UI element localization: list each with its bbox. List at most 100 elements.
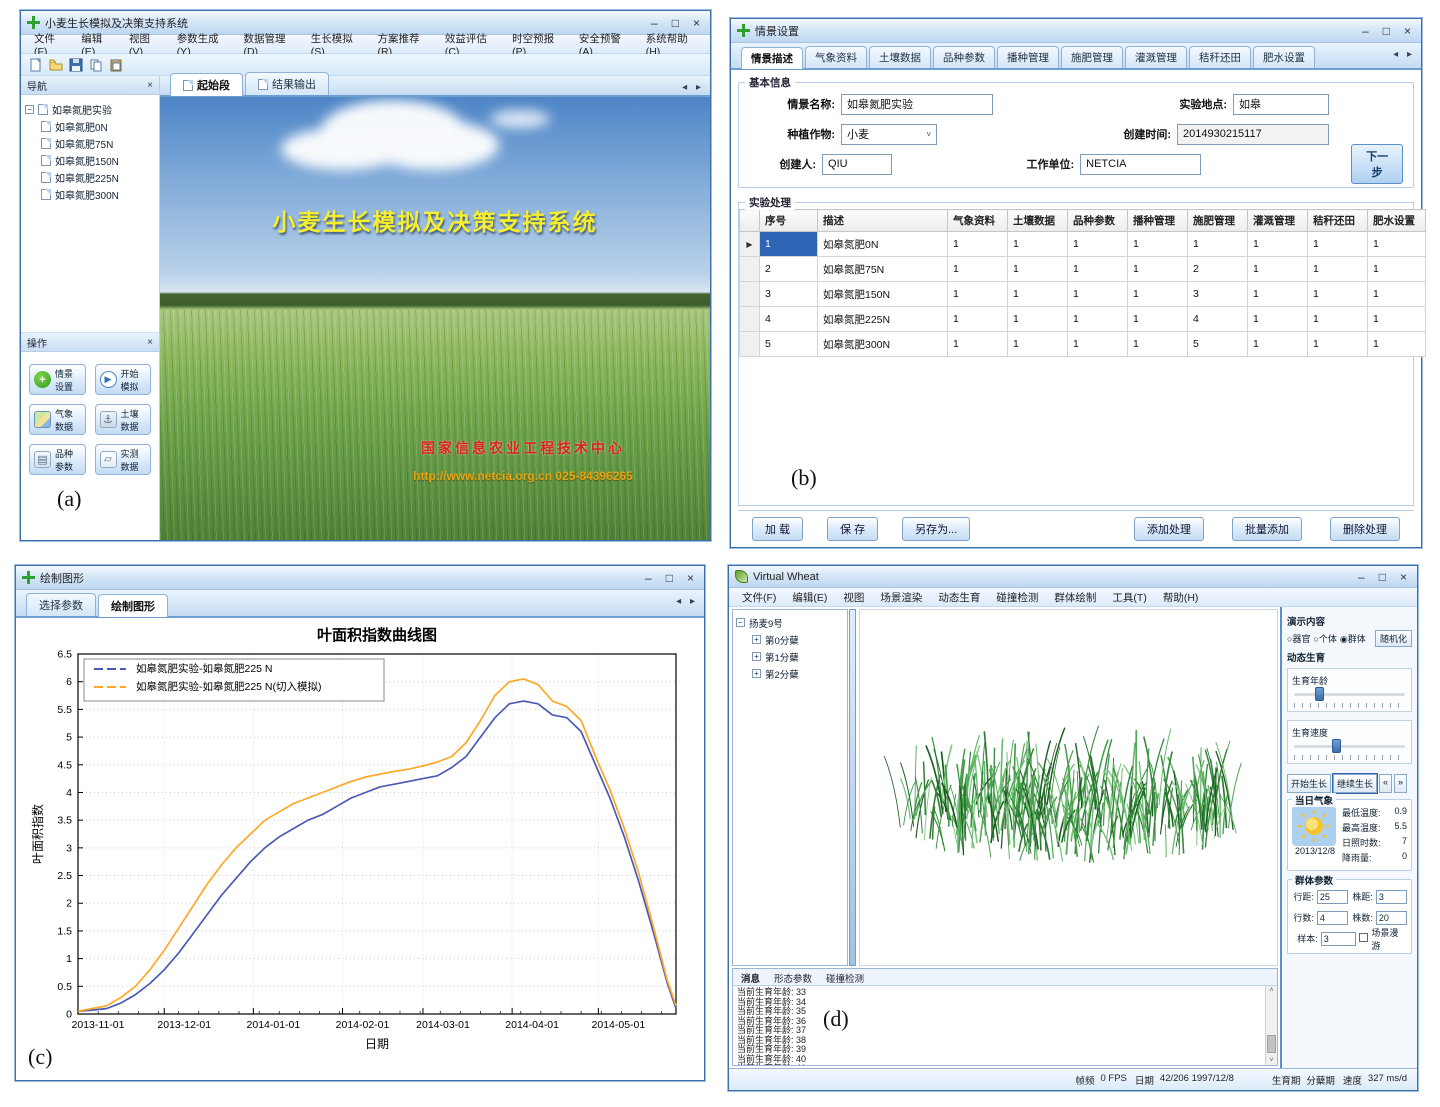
cell[interactable]: 2 xyxy=(760,257,818,282)
cell[interactable]: 4 xyxy=(1188,307,1248,332)
minimize-icon[interactable]: – xyxy=(651,16,658,30)
population-input-2[interactable]: 4 xyxy=(1317,911,1348,925)
cell[interactable]: 1 xyxy=(1008,232,1068,257)
ops-button-5[interactable]: ▱实测数据 xyxy=(95,444,152,475)
minimize-icon[interactable]: – xyxy=(1358,570,1365,584)
scroll-thumb[interactable] xyxy=(1267,1035,1276,1053)
crop-select[interactable]: 小麦˅ xyxy=(841,124,937,145)
population-input-1[interactable]: 3 xyxy=(1376,890,1407,904)
settings-tab-0[interactable]: 情景描述 xyxy=(741,47,803,69)
cell[interactable]: 1 xyxy=(760,232,818,257)
load-save-button-2[interactable]: 另存为... xyxy=(902,517,970,541)
settings-tab-3[interactable]: 品种参数 xyxy=(933,46,995,68)
wheat-3d-viewport[interactable] xyxy=(859,609,1278,966)
cell[interactable]: 1 xyxy=(1248,232,1308,257)
scroll-down-icon[interactable]: ˅ xyxy=(1266,1056,1277,1066)
menu-item[interactable]: 帮助(H) xyxy=(1156,589,1206,606)
settings-tab-4[interactable]: 播种管理 xyxy=(997,46,1059,68)
splitter[interactable] xyxy=(849,609,856,966)
treatments-table[interactable]: 序号描述气象资料土壤数据品种参数播种管理施肥管理灌溉管理秸秆还田肥水设置▶1如皋… xyxy=(739,209,1426,357)
table-row[interactable]: 4如皋氮肥225N11114111 xyxy=(740,307,1426,332)
minimize-icon[interactable]: – xyxy=(645,571,652,585)
column-header[interactable]: 秸秆还田 xyxy=(1308,210,1368,232)
treatment-button-1[interactable]: 批量添加 xyxy=(1232,517,1302,541)
paste-icon[interactable] xyxy=(109,58,123,72)
scrollbar[interactable]: ˄ ˅ xyxy=(1265,986,1277,1065)
tab-scroll-arrows-icon[interactable]: ◂ ▸ xyxy=(682,82,704,93)
cell[interactable]: 1 xyxy=(1308,232,1368,257)
scroll-up-icon[interactable]: ˄ xyxy=(1266,986,1277,996)
cell[interactable]: 如皋氮肥75N xyxy=(818,257,948,282)
cell[interactable]: 1 xyxy=(1308,332,1368,357)
cell[interactable]: 1 xyxy=(1068,307,1128,332)
message-tab-2[interactable]: 碰撞检测 xyxy=(826,971,864,985)
ops-button-0[interactable]: +情景设置 xyxy=(29,364,86,395)
cell[interactable]: 3 xyxy=(760,282,818,307)
cell[interactable]: 1 xyxy=(1008,282,1068,307)
cell[interactable]: 1 xyxy=(1008,332,1068,357)
cell[interactable]: 如皋氮肥300N xyxy=(818,332,948,357)
field-input-3[interactable]: 2014930215117 xyxy=(1177,124,1329,145)
settings-tab-7[interactable]: 秸秆还田 xyxy=(1189,46,1251,68)
maximize-icon[interactable]: □ xyxy=(666,571,673,585)
cell[interactable]: 1 xyxy=(948,282,1008,307)
doc-tab-1[interactable]: 结果输出 xyxy=(245,72,329,95)
randomize-button[interactable]: 随机化 xyxy=(1375,630,1412,647)
cell[interactable]: 1 xyxy=(1128,232,1188,257)
tree-item-root[interactable]: −如皋氮肥实验 xyxy=(25,101,155,118)
cell[interactable]: 1 xyxy=(1128,332,1188,357)
cell[interactable]: 1 xyxy=(1368,282,1426,307)
cell[interactable]: 1 xyxy=(948,332,1008,357)
menu-item[interactable]: 碰撞检测 xyxy=(989,589,1045,606)
next-step-button[interactable]: 下一步 xyxy=(1351,144,1403,184)
cell[interactable]: 1 xyxy=(1368,232,1426,257)
tree-item[interactable]: +第0分蘖 xyxy=(736,631,844,648)
table-row[interactable]: 5如皋氮肥300N11115111 xyxy=(740,332,1426,357)
expander-icon[interactable]: + xyxy=(752,669,761,678)
cell[interactable]: 1 xyxy=(1068,232,1128,257)
minimize-icon[interactable]: – xyxy=(1362,24,1369,38)
cell[interactable]: 1 xyxy=(948,232,1008,257)
population-input-4[interactable]: 3 xyxy=(1321,932,1357,946)
cell[interactable]: 1 xyxy=(1068,332,1128,357)
cell[interactable]: 1 xyxy=(1008,307,1068,332)
maximize-icon[interactable]: □ xyxy=(1383,24,1390,38)
tree-item[interactable]: 如皋氮肥300N xyxy=(25,186,155,203)
cell[interactable]: 1 xyxy=(1368,307,1426,332)
tree-item[interactable]: +第2分蘖 xyxy=(736,665,844,682)
cell[interactable]: 如皋氮肥0N xyxy=(818,232,948,257)
open-folder-icon[interactable] xyxy=(49,58,63,72)
cell[interactable]: 1 xyxy=(1308,282,1368,307)
message-tab-0[interactable]: 消息 xyxy=(741,971,760,985)
cell[interactable]: 1 xyxy=(1248,257,1308,282)
cell[interactable]: 1 xyxy=(1188,232,1248,257)
column-header[interactable]: 土壤数据 xyxy=(1008,210,1068,232)
close-icon[interactable]: × xyxy=(687,571,694,585)
menu-item[interactable]: 群体绘制 xyxy=(1047,589,1103,606)
save-icon[interactable] xyxy=(69,58,83,72)
cell[interactable]: 1 xyxy=(948,257,1008,282)
column-header[interactable]: 品种参数 xyxy=(1068,210,1128,232)
settings-tab-2[interactable]: 土壤数据 xyxy=(869,46,931,68)
expander-icon[interactable]: + xyxy=(752,652,761,661)
growth-button-3[interactable]: » xyxy=(1394,774,1407,793)
maximize-icon[interactable]: □ xyxy=(1379,570,1386,584)
ops-button-4[interactable]: ▤品种参数 xyxy=(29,444,86,475)
radio-0[interactable]: ○器官 xyxy=(1287,632,1310,645)
doc-tab-0[interactable]: 起始段 xyxy=(170,73,243,96)
cell[interactable]: 3 xyxy=(1188,282,1248,307)
menu-item[interactable]: 编辑(E) xyxy=(785,589,834,606)
cell[interactable]: 1 xyxy=(1308,307,1368,332)
scene-roam-checkbox[interactable] xyxy=(1359,933,1368,944)
menu-item[interactable]: 文件(F) xyxy=(735,589,783,606)
message-tab-1[interactable]: 形态参数 xyxy=(774,971,812,985)
menu-item[interactable]: 工具(T) xyxy=(1105,589,1153,606)
cell[interactable]: 1 xyxy=(1008,257,1068,282)
nav-close-icon[interactable]: × xyxy=(147,80,153,91)
menu-item[interactable]: 视图 xyxy=(836,589,871,606)
load-save-button-0[interactable]: 加 载 xyxy=(752,517,803,541)
cell[interactable]: 如皋氮肥150N xyxy=(818,282,948,307)
ops-close-icon[interactable]: × xyxy=(147,337,153,348)
cell[interactable]: 1 xyxy=(1368,332,1426,357)
cell[interactable]: 1 xyxy=(1248,307,1308,332)
